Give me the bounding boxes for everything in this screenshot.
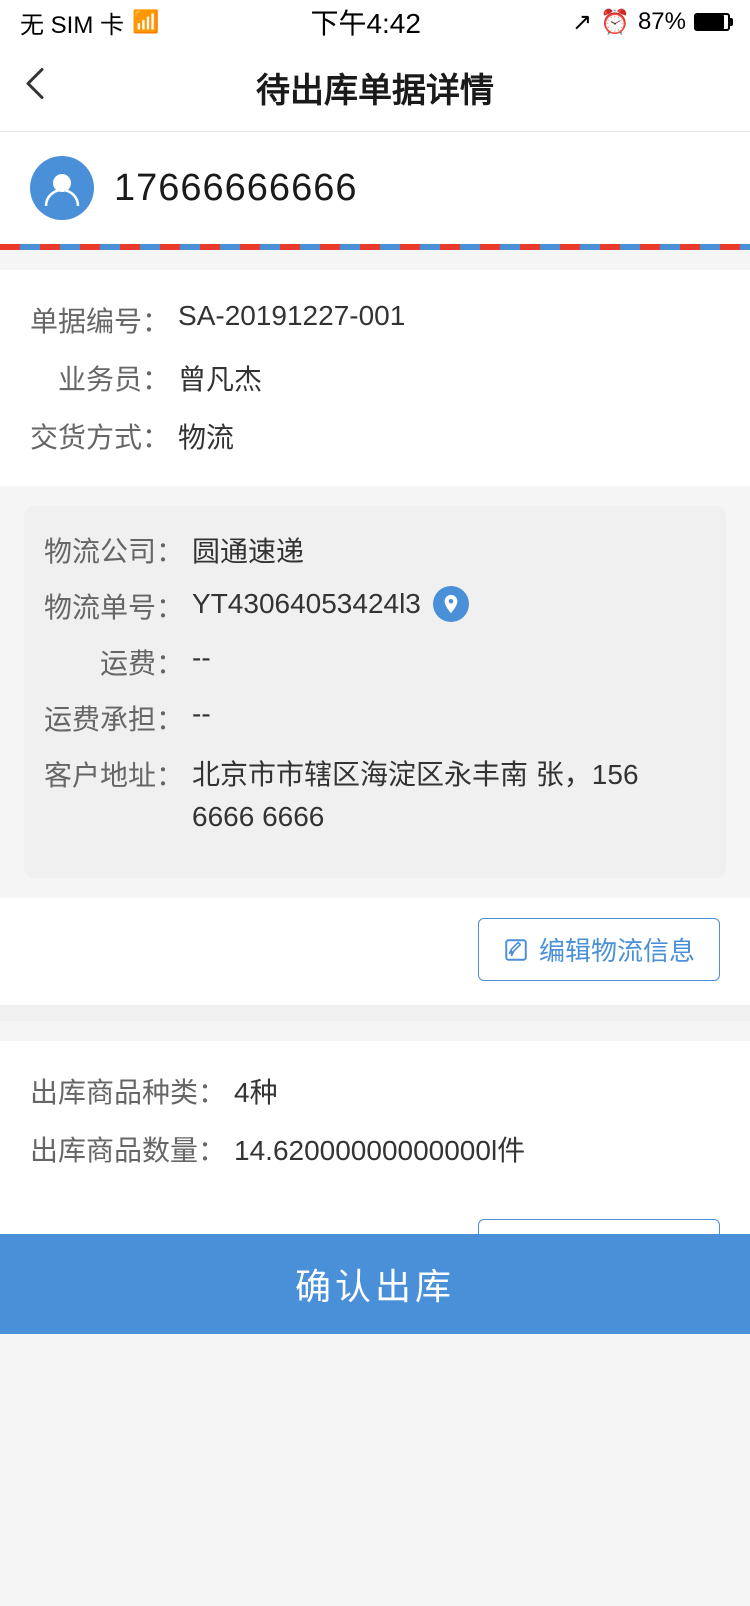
delivery-label: 交货方式： (30, 416, 170, 456)
company-row: 物流公司： 圆通速递 (44, 530, 706, 570)
carrier-text: 无 SIM 卡 (20, 5, 124, 40)
staff-value: 曾凡杰 (178, 358, 720, 398)
page-title: 待出库单据详情 (256, 63, 494, 112)
freight-value: -- (192, 642, 706, 674)
basic-info-section: 单据编号： SA-20191227-001 业务员： 曾凡杰 交货方式： 物流 (0, 270, 750, 486)
goods-types-row: 出库商品种类： 4种 (30, 1071, 720, 1111)
tracking-label: 物流单号： (44, 586, 184, 626)
staff-row: 业务员： 曾凡杰 (30, 358, 720, 398)
bottom-spacer (0, 1306, 750, 1506)
freight-bear-row: 运费承担： -- (44, 698, 706, 738)
doc-no-row: 单据编号： SA-20191227-001 (30, 300, 720, 340)
status-bar: 无 SIM 卡 📶 下午4:42 ↗ ⏰ 87% (0, 0, 750, 44)
battery-icon (694, 13, 730, 31)
edit-btn-row: 编辑物流信息 (0, 898, 750, 1005)
edit-logistics-label: 编辑物流信息 (539, 931, 695, 968)
battery-text: 87% (638, 8, 686, 36)
company-value: 圆通速递 (192, 530, 706, 570)
customer-avatar (30, 156, 94, 220)
status-bar-time: 下午4:42 (310, 2, 421, 42)
address-row: 客户地址： 北京市市辖区海淀区永丰南 张，156 6666 6666 (44, 754, 706, 838)
goods-qty-label: 出库商品数量： (30, 1129, 226, 1169)
tracking-row: 物流单号： YT43064053424l3 (44, 586, 706, 626)
delivery-value: 物流 (178, 416, 720, 456)
delivery-row: 交货方式： 物流 (30, 416, 720, 456)
freight-row: 运费： -- (44, 642, 706, 682)
goods-section: 出库商品种类： 4种 出库商品数量： 14.62000000000000l件 (0, 1041, 750, 1199)
goods-types-label: 出库商品种类： (30, 1071, 226, 1111)
location-status-icon: ↗ (572, 8, 592, 37)
alarm-icon: ⏰ (600, 8, 630, 37)
goods-qty-value: 14.62000000000000l件 (234, 1129, 720, 1169)
logistics-section: 物流公司： 圆通速递 物流单号： YT43064053424l3 运费： -- … (24, 506, 726, 878)
staff-label: 业务员： (30, 358, 170, 398)
customer-phone: 17666666666 (114, 167, 357, 210)
tracking-location-icon[interactable] (433, 586, 469, 622)
address-value: 北京市市辖区海淀区永丰南 张，156 6666 6666 (192, 754, 706, 838)
dashed-divider (0, 244, 750, 250)
freight-bear-label: 运费承担： (44, 698, 184, 738)
edit-logistics-button[interactable]: 编辑物流信息 (478, 918, 720, 981)
address-label: 客户地址： (44, 754, 184, 794)
back-button[interactable] (24, 65, 46, 110)
doc-no-label: 单据编号： (30, 300, 170, 340)
status-bar-right: ↗ ⏰ 87% (572, 8, 730, 37)
status-bar-left: 无 SIM 卡 📶 (20, 5, 159, 40)
company-label: 物流公司： (44, 530, 184, 570)
goods-types-value: 4种 (234, 1071, 720, 1111)
customer-header: 17666666666 (0, 132, 750, 244)
confirm-button[interactable]: 确认出库 (0, 1234, 750, 1334)
section-divider (0, 1005, 750, 1021)
freight-label: 运费： (44, 642, 184, 682)
doc-no-value: SA-20191227-001 (178, 300, 720, 332)
confirm-button-label: 确认出库 (295, 1258, 455, 1310)
wifi-icon: 📶 (132, 9, 159, 35)
nav-bar: 待出库单据详情 (0, 44, 750, 132)
tracking-value: YT43064053424l3 (192, 586, 706, 622)
freight-bear-value: -- (192, 698, 706, 730)
goods-qty-row: 出库商品数量： 14.62000000000000l件 (30, 1129, 720, 1169)
